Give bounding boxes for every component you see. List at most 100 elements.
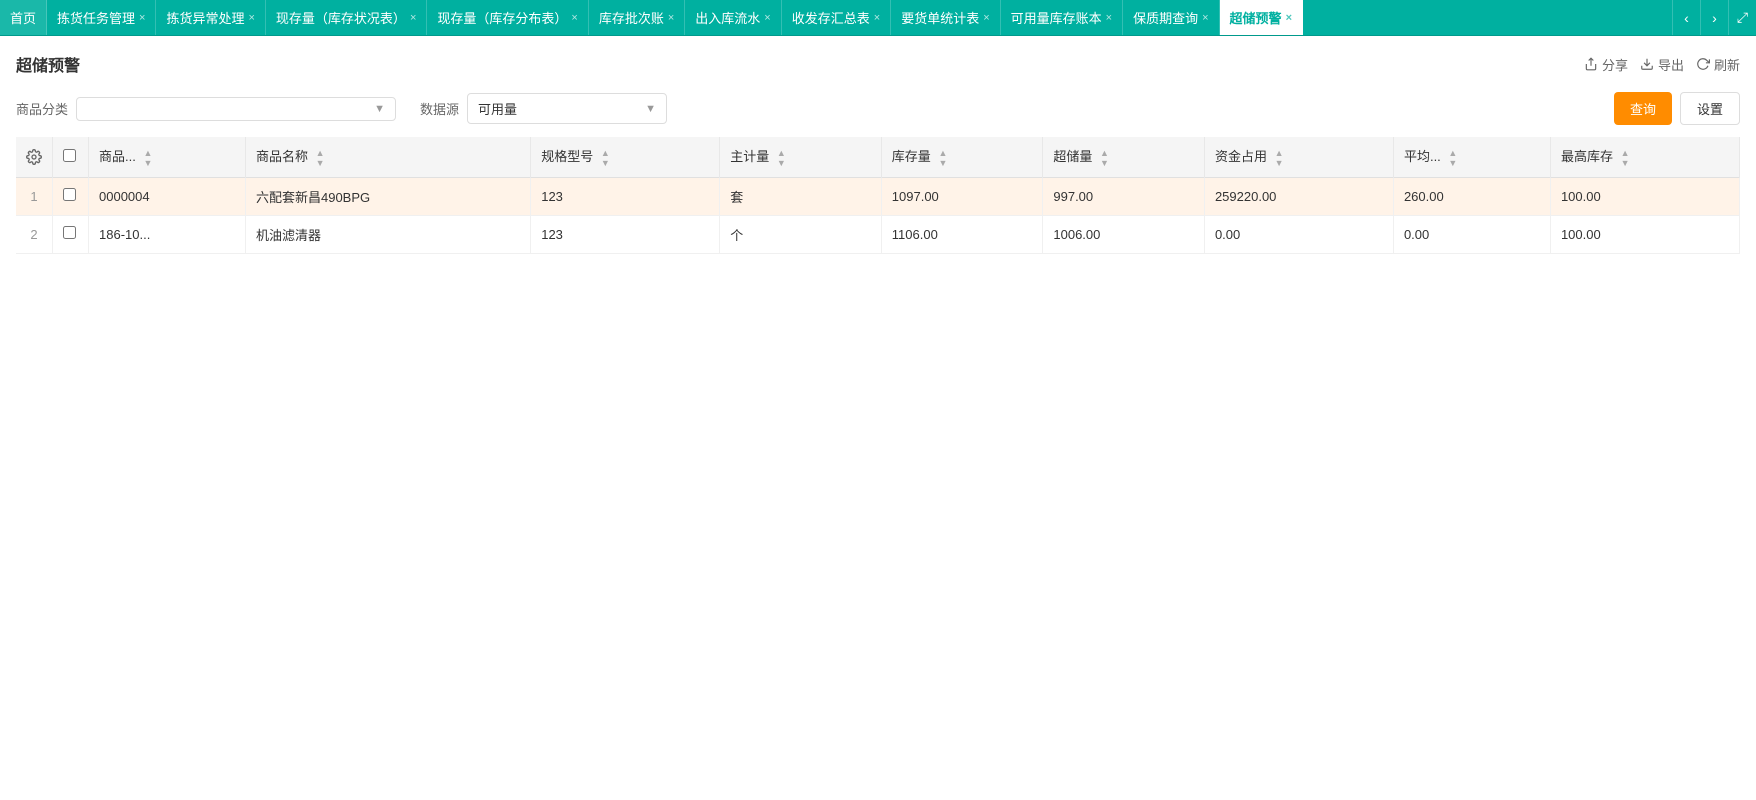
action-buttons: 查询 设置 [1614,92,1740,125]
row-num: 2 [16,215,53,253]
row-checkbox[interactable] [53,177,89,215]
nav-tab-label-home: 首页 [10,8,36,27]
sort-unit-icon: ▲▼ [777,148,786,168]
column-gear[interactable] [16,137,53,177]
nav-tab-close-overstock-warning[interactable]: × [1286,12,1292,24]
nav-tab-close-usable-stock[interactable]: × [1106,12,1112,24]
column-capital-usage[interactable]: 资金占用 ▲▼ [1204,137,1393,177]
avg-price: 0.00 [1393,215,1550,253]
nav-tab-label-quality-check: 保质期查询 [1133,8,1198,27]
product-name: 机油滤清器 [245,215,530,253]
spec-model: 123 [531,177,720,215]
datasource-chevron-icon: ▼ [645,103,656,115]
nav-tab-close-abnormal[interactable]: × [248,12,254,24]
nav-tab-label-collect-summary: 收发存汇总表 [792,8,870,27]
sort-max-stock-icon: ▲▼ [1621,148,1630,168]
nav-tab-label-overstock-warning: 超储预警 [1230,8,1282,27]
overstock-qty: 997.00 [1043,177,1205,215]
product-code: 186-10... [89,215,246,253]
row-checkbox[interactable] [53,215,89,253]
category-chevron-icon: ▼ [374,103,385,115]
max-stock: 100.00 [1550,177,1739,215]
share-button[interactable]: 分享 [1584,55,1628,74]
nav-tab-close-task-mgmt[interactable]: × [139,12,145,24]
avg-price: 260.00 [1393,177,1550,215]
row-checkbox-input[interactable] [63,226,76,239]
column-product-code[interactable]: 商品... ▲▼ [89,137,246,177]
share-icon [1584,57,1598,71]
page-content: 超储预警 分享 导出 刷新 商品分类 ▼ 数据源 [0,36,1756,800]
nav-tab-label-task-mgmt: 拣货任务管理 [57,8,135,27]
nav-next-button[interactable]: › [1700,0,1728,36]
data-table: 商品... ▲▼ 商品名称 ▲▼ 规格型号 ▲▼ 主计量 ▲▼ 库存量 ▲▼ [16,137,1740,254]
nav-tab-close-in-out-flow[interactable]: × [764,12,770,24]
max-stock: 100.00 [1550,215,1739,253]
nav-tab-close-stock-batch[interactable]: × [668,12,674,24]
table-header: 商品... ▲▼ 商品名称 ▲▼ 规格型号 ▲▼ 主计量 ▲▼ 库存量 ▲▼ [16,137,1740,177]
sort-spec-icon: ▲▼ [601,148,610,168]
nav-prev-button[interactable]: ‹ [1672,0,1700,36]
nav-tab-stock-dist[interactable]: 现存量（库存分布表） × [427,0,588,35]
nav-tab-close-stock-status[interactable]: × [410,12,416,24]
select-all-checkbox[interactable] [63,149,76,162]
column-select-all[interactable] [53,137,89,177]
datasource-select[interactable]: 可用量 ▼ [467,93,667,124]
nav-tab-overstock-warning[interactable]: 超储预警 × [1220,0,1303,35]
nav-tab-task-mgmt[interactable]: 拣货任务管理 × [47,0,156,35]
capital-usage: 259220.00 [1204,177,1393,215]
nav-tab-in-out-flow[interactable]: 出入库流水 × [685,0,781,35]
nav-expand-button[interactable]: ⤢ [1728,0,1756,36]
nav-tab-quality-check[interactable]: 保质期查询 × [1123,0,1219,35]
export-icon [1640,57,1654,71]
datasource-value: 可用量 [478,99,517,118]
nav-tab-label-in-out-flow: 出入库流水 [695,8,760,27]
nav-tab-stock-status[interactable]: 现存量（库存状况表） × [266,0,427,35]
export-button[interactable]: 导出 [1640,55,1684,74]
nav-tab-stock-batch[interactable]: 库存批次账× [589,0,685,35]
refresh-button[interactable]: 刷新 [1696,55,1740,74]
refresh-icon [1696,57,1710,71]
gear-icon [26,149,42,165]
unit: 套 [720,177,882,215]
column-overstock-qty[interactable]: 超储量 ▲▼ [1043,137,1205,177]
sort-product-code-icon: ▲▼ [143,148,152,168]
overstock-qty: 1006.00 [1043,215,1205,253]
column-max-stock[interactable]: 最高库存 ▲▼ [1550,137,1739,177]
product-name: 六配套新昌490BPG [245,177,530,215]
nav-tab-close-collect-summary[interactable]: × [874,12,880,24]
datasource-label: 数据源 [420,99,459,118]
settings-button[interactable]: 设置 [1680,92,1740,125]
row-checkbox-input[interactable] [63,188,76,201]
datasource-filter: 数据源 可用量 ▼ [420,93,667,124]
nav-arrows: ‹ › ⤢ [1672,0,1756,36]
nav-tab-collect-summary[interactable]: 收发存汇总表 × [782,0,891,35]
query-button[interactable]: 查询 [1614,92,1672,125]
category-select[interactable]: ▼ [76,97,396,121]
column-unit[interactable]: 主计量 ▲▼ [720,137,882,177]
nav-tab-order-stats[interactable]: 要货单统计表× [891,0,1000,35]
product-code: 0000004 [89,177,246,215]
sort-capital-icon: ▲▼ [1275,148,1284,168]
stock-qty: 1106.00 [881,215,1043,253]
table-body: 10000004六配套新昌490BPG123套1097.00997.002592… [16,177,1740,253]
column-avg-price[interactable]: 平均... ▲▼ [1393,137,1550,177]
nav-tab-close-order-stats[interactable]: × [983,12,989,24]
nav-tab-label-abnormal: 拣货异常处理 [166,8,244,27]
table-row: 10000004六配套新昌490BPG123套1097.00997.002592… [16,177,1740,215]
nav-tab-home[interactable]: 首页 [0,0,47,35]
nav-tab-usable-stock[interactable]: 可用量库存账本× [1001,0,1123,35]
nav-tab-close-quality-check[interactable]: × [1202,12,1208,24]
column-spec-model[interactable]: 规格型号 ▲▼ [531,137,720,177]
nav-tab-close-stock-dist[interactable]: × [571,12,577,24]
sort-product-name-icon: ▲▼ [316,148,325,168]
nav-tab-abnormal[interactable]: 拣货异常处理 × [156,0,265,35]
nav-tab-label-stock-dist: 现存量（库存分布表） [437,8,567,27]
sort-avg-icon: ▲▼ [1448,148,1457,168]
column-stock-qty[interactable]: 库存量 ▲▼ [881,137,1043,177]
nav-tab-label-stock-status: 现存量（库存状况表） [276,8,406,27]
filter-row: 商品分类 ▼ 数据源 可用量 ▼ 查询 设置 [16,92,1740,125]
sort-stock-qty-icon: ▲▼ [938,148,947,168]
sort-overstock-icon: ▲▼ [1100,148,1109,168]
page-title: 超储预警 [16,52,80,76]
column-product-name[interactable]: 商品名称 ▲▼ [245,137,530,177]
